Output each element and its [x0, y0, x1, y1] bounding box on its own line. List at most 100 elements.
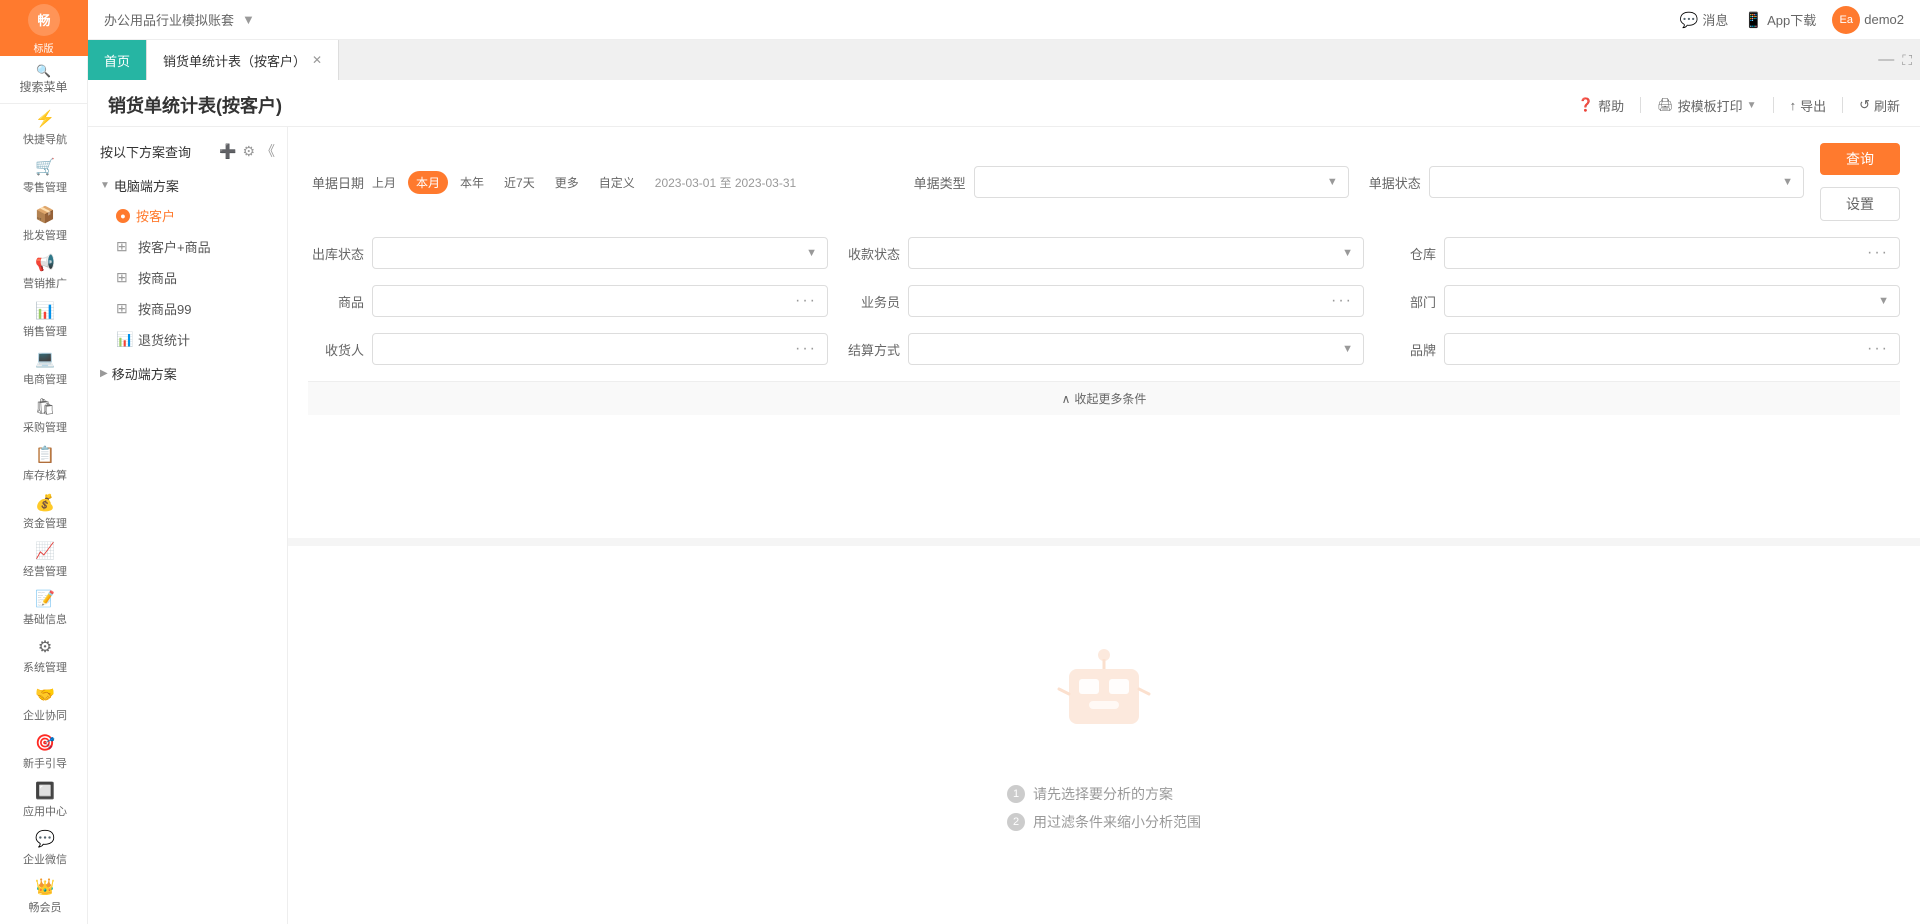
date-tab-more[interactable]: 更多	[547, 171, 587, 194]
add-scheme-icon[interactable]: ➕	[219, 143, 236, 160]
settings-button[interactable]: 设置	[1820, 187, 1900, 221]
sidebar-item-inventory[interactable]: 📋 库存核算	[0, 440, 88, 488]
template-print-arrow: ▼	[1747, 100, 1757, 111]
refresh-button[interactable]: ↺ 刷新	[1859, 96, 1900, 115]
empty-illustration	[1044, 629, 1164, 768]
sidebar-sales-label: 销售管理	[23, 323, 67, 339]
filter-product: 商品 ···	[308, 285, 828, 317]
sidebar-item-finance[interactable]: 💰 资金管理	[0, 488, 88, 536]
department-label: 部门	[1380, 292, 1436, 311]
sidebar-app-center-label: 应用中心	[23, 803, 67, 819]
receiver-select[interactable]: ···	[372, 333, 828, 365]
scheme-group-desktop-header[interactable]: ▼ 电脑端方案	[88, 171, 287, 200]
tab-expand-icon[interactable]: ⛶	[1902, 52, 1912, 69]
filter-order-type: 单据类型 ▼	[910, 166, 1349, 198]
bar-icon: 📊	[116, 331, 132, 348]
sidebar-item-member[interactable]: 👑 畅会员	[0, 872, 88, 920]
sidebar-item-newbie[interactable]: 🎯 新手引导	[0, 728, 88, 776]
scheme-item-by-product[interactable]: ⊞ 按商品	[88, 262, 287, 293]
tab-close-icon[interactable]: ✕	[312, 53, 322, 67]
scheme-item-by-customer[interactable]: ● 按客户	[88, 200, 287, 231]
sidebar-retail-label: 零售管理	[23, 179, 67, 195]
search-button[interactable]: 查询	[1820, 143, 1900, 175]
scheme-item-by-customer-product[interactable]: ⊞ 按客户+商品	[88, 231, 287, 262]
operations-icon: 📈	[35, 541, 55, 561]
app-download-button[interactable]: 📱 App下载	[1744, 10, 1816, 29]
sidebar-marketing-label: 营销推广	[23, 275, 67, 291]
scheme-item-return-stat[interactable]: 📊 退货统计	[88, 324, 287, 355]
warehouse-select[interactable]: ···	[1444, 237, 1900, 269]
sidebar-item-enterprise[interactable]: 🤝 企业协同	[0, 680, 88, 728]
sidebar-item-sales[interactable]: 📊 销售管理	[0, 296, 88, 344]
sidebar-item-search[interactable]: 🔍 搜索菜单	[0, 56, 88, 104]
search-icon: 🔍	[36, 64, 51, 78]
help-button[interactable]: ❓ 帮助	[1578, 96, 1624, 115]
page-title-row: 销货单统计表(按客户) ❓ 帮助 🖨 按模板打印 ▼ ↑	[108, 92, 1900, 118]
date-tab-custom[interactable]: 自定义	[591, 171, 643, 194]
export-button[interactable]: ↑ 导出	[1790, 96, 1827, 115]
template-print-button[interactable]: 🖨 按模板打印 ▼	[1657, 96, 1756, 115]
help-label: 帮助	[1598, 96, 1624, 115]
tab-home[interactable]: 首页	[88, 40, 147, 80]
sidebar-item-purchase[interactable]: 🛍 采购管理	[0, 392, 88, 440]
page-header: 销货单统计表(按客户) ❓ 帮助 🖨 按模板打印 ▼ ↑	[88, 80, 1920, 127]
date-tab-last7days[interactable]: 近7天	[496, 171, 543, 194]
filter-area: 单据日期 上月 本月 本年 近7天 更多 自定义 20	[288, 127, 1920, 538]
out-status-select[interactable]: ▼	[372, 237, 828, 269]
divider-1	[1640, 97, 1641, 113]
date-label: 单据日期	[308, 173, 364, 192]
sidebar-item-basic-info[interactable]: 📝 基础信息	[0, 584, 88, 632]
scheme-group-mobile: ▶ 移动端方案	[88, 359, 287, 388]
sidebar-item-app-center[interactable]: 🔲 应用中心	[0, 776, 88, 824]
collapse-scheme-icon[interactable]: 《	[261, 141, 275, 161]
marketing-icon: 📢	[35, 253, 55, 273]
date-tab-this-month[interactable]: 本月	[408, 171, 448, 194]
settlement-select[interactable]: ▼	[908, 333, 1364, 365]
order-type-label: 单据类型	[910, 173, 966, 192]
sidebar-wholesale-label: 批发管理	[23, 227, 67, 243]
order-status-select[interactable]: ▼	[1429, 166, 1804, 198]
user-menu[interactable]: Ea demo2	[1832, 6, 1904, 34]
sidebar-item-marketing[interactable]: 📢 营销推广	[0, 248, 88, 296]
dropdown-icon[interactable]: ▼	[242, 12, 255, 27]
industry-label: 办公用品行业模拟账套	[104, 10, 234, 29]
logo-icon: 畅	[26, 2, 62, 38]
sidebar-item-wechat[interactable]: 💬 企业微信	[0, 824, 88, 872]
tab-controls: — ⛶	[1878, 51, 1920, 69]
sidebar-item-ecommerce[interactable]: 💻 电商管理	[0, 344, 88, 392]
settings-scheme-icon[interactable]: ⚙	[242, 143, 255, 160]
filter-row-3: 商品 ··· 业务员 ···	[308, 285, 1900, 317]
scheme-panel-header: 按以下方案查询 ➕ ⚙ 《	[88, 135, 287, 167]
sidebar-item-quick-nav[interactable]: ⚡ 快捷导航	[0, 104, 88, 152]
date-tab-this-year[interactable]: 本年	[452, 171, 492, 194]
scheme-by-product-label: 按商品	[138, 268, 177, 287]
department-select[interactable]: ▼	[1444, 285, 1900, 317]
tab-sales-stat[interactable]: 销货单统计表（按客户） ✕	[147, 40, 339, 80]
empty-hint-1: 1 请先选择要分析的方案	[1007, 784, 1201, 804]
settlement-chevron: ▼	[1342, 343, 1353, 355]
brand-dots: ···	[1867, 340, 1889, 358]
date-tabs: 上月 本月 本年 近7天 更多 自定义	[364, 171, 643, 194]
tab-minimize-icon[interactable]: —	[1878, 51, 1894, 69]
collapse-bar[interactable]: ∧ 收起更多条件	[308, 381, 1900, 415]
brand-select[interactable]: ···	[1444, 333, 1900, 365]
receipt-status-chevron: ▼	[1342, 247, 1353, 259]
settlement-label: 结算方式	[844, 340, 900, 359]
sidebar-item-system[interactable]: ⚙ 系统管理	[0, 632, 88, 680]
sidebar-item-wholesale[interactable]: 📦 批发管理	[0, 200, 88, 248]
receiver-label: 收货人	[308, 340, 364, 359]
sidebar-item-retail[interactable]: 🛒 零售管理	[0, 152, 88, 200]
scheme-group-mobile-header[interactable]: ▶ 移动端方案	[88, 359, 287, 388]
order-type-select[interactable]: ▼	[974, 166, 1349, 198]
product-select[interactable]: ···	[372, 285, 828, 317]
salesperson-select[interactable]: ···	[908, 285, 1364, 317]
scheme-item-by-product99[interactable]: ⊞ 按商品99	[88, 293, 287, 324]
sidebar-item-operations[interactable]: 📈 经营管理	[0, 536, 88, 584]
empty-state: 1 请先选择要分析的方案 2 用过滤条件来缩小分析范围	[288, 546, 1920, 924]
date-tab-last-month[interactable]: 上月	[364, 171, 404, 194]
message-button[interactable]: 💬 消息	[1680, 10, 1729, 29]
sidebar-quick-nav-label: 快捷导航	[23, 131, 67, 147]
receipt-status-select[interactable]: ▼	[908, 237, 1364, 269]
scheme-by-customer-label: 按客户	[136, 206, 175, 225]
product-label: 商品	[308, 292, 364, 311]
